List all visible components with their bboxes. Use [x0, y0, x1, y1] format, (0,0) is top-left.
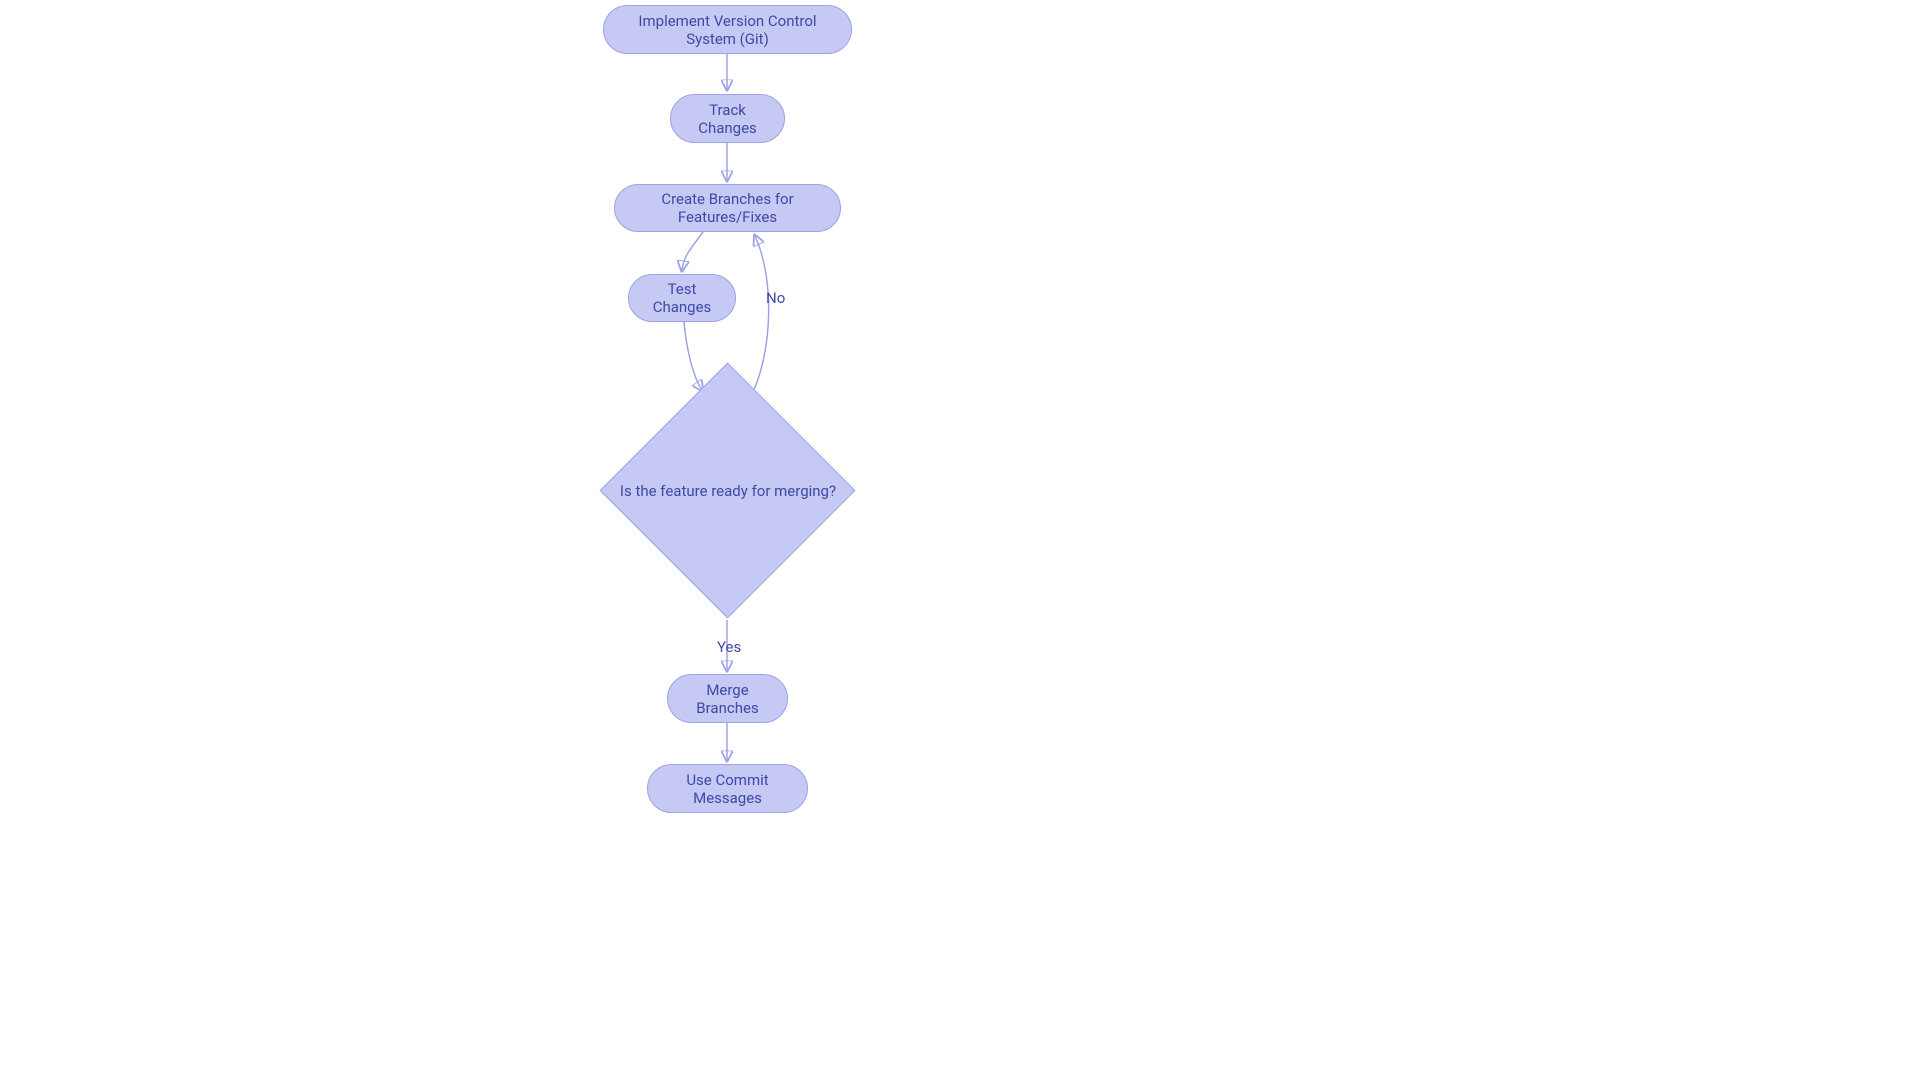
- node-use-commit-messages: Use Commit Messages: [647, 764, 808, 813]
- node-decision-ready: [600, 363, 856, 619]
- edge-label-yes: Yes: [717, 638, 741, 656]
- node-create-branches: Create Branches for Features/Fixes: [614, 184, 841, 232]
- node-label: Test Changes: [647, 280, 717, 316]
- node-label: Implement Version Control System (Git): [622, 12, 833, 48]
- node-label: Create Branches for Features/Fixes: [633, 190, 822, 226]
- node-test-changes: Test Changes: [628, 274, 736, 322]
- node-label: Merge Branches: [686, 681, 769, 717]
- edges-layer: [0, 0, 1920, 1083]
- flowchart-canvas: Implement Version Control System (Git) T…: [0, 0, 1920, 1083]
- node-implement-vcs: Implement Version Control System (Git): [603, 5, 852, 54]
- node-merge-branches: Merge Branches: [667, 674, 788, 723]
- node-label: Track Changes: [689, 101, 766, 137]
- node-label: Use Commit Messages: [666, 771, 789, 807]
- node-track-changes: Track Changes: [670, 94, 785, 143]
- edge-label-no: No: [766, 289, 785, 307]
